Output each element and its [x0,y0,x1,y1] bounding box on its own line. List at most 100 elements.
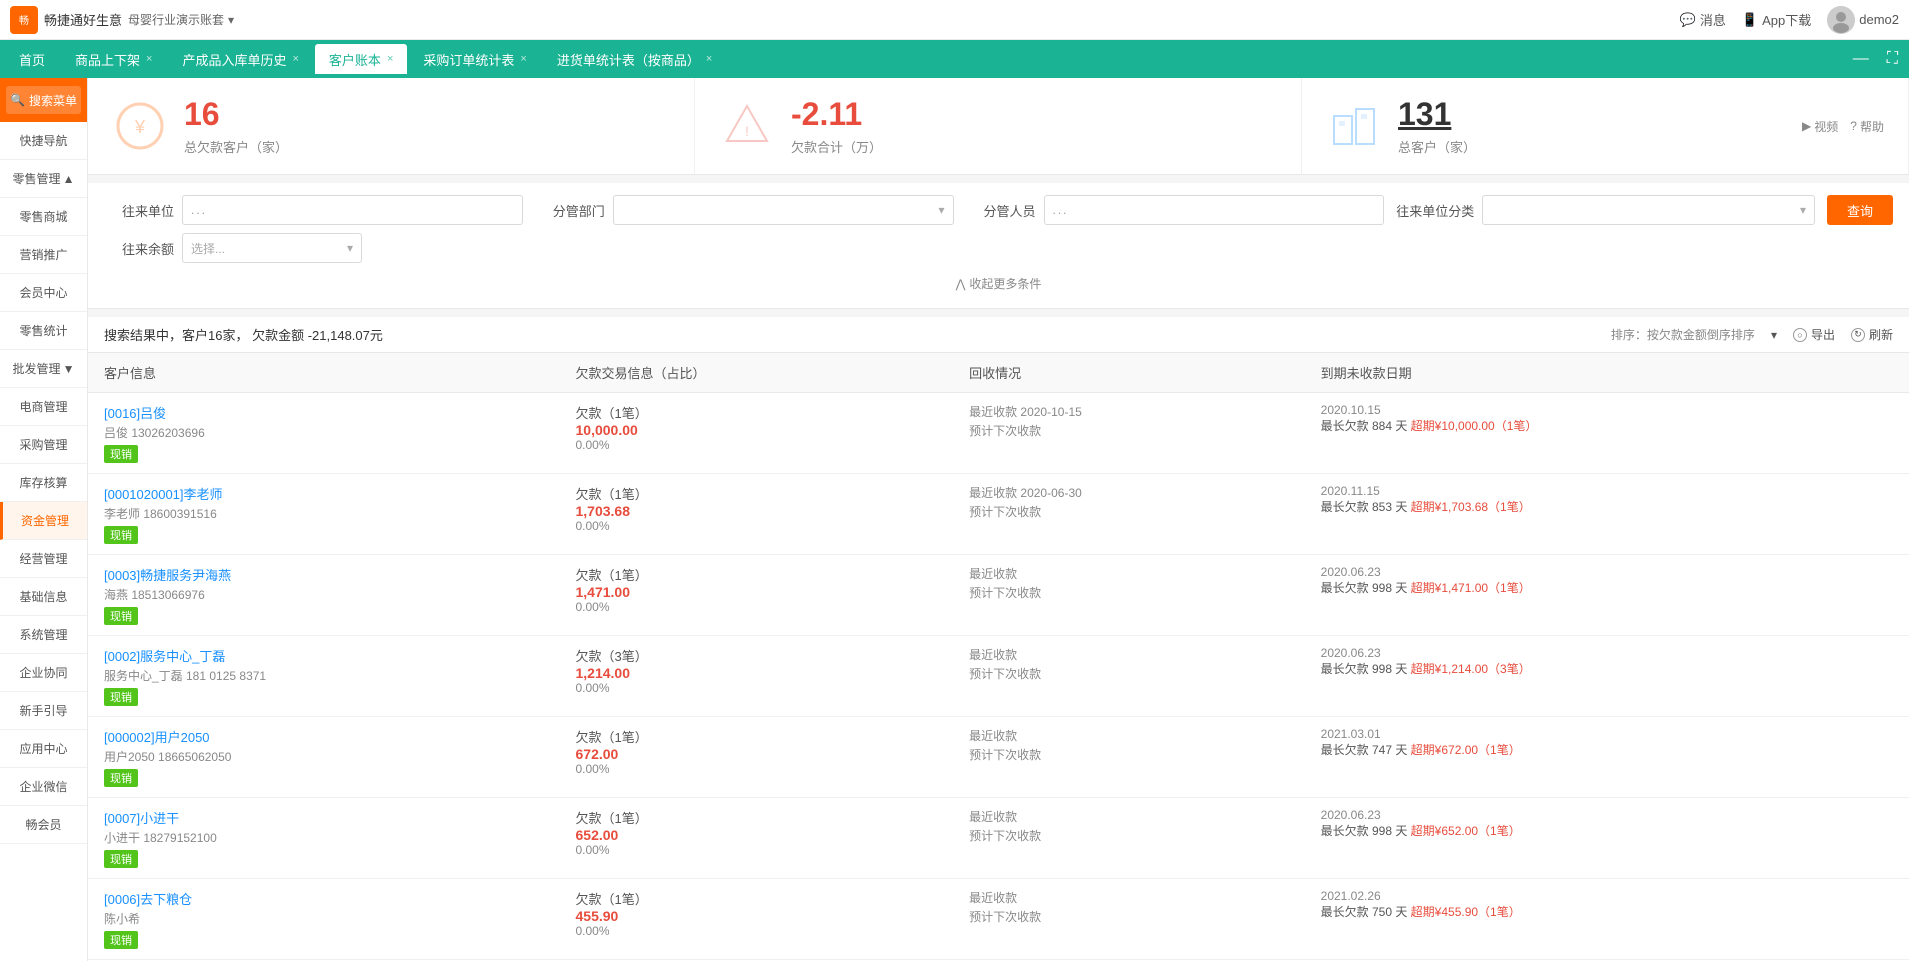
search-icon: 🔍 [10,93,25,107]
sidebar-item-enterprise-collab[interactable]: 企业协同 [0,654,87,692]
cell-customer-2: [0003]畅捷服务尹海燕 海燕 18513066976 现销 [88,555,560,636]
stats-row: ¥ 16 总欠款客户（家） ! -2.11 欠款合计（万） [88,78,1909,175]
nav-tabs: 首页 商品上下架 × 产成品入库单历史 × 客户账本 × 采购订单统计表 × 进… [0,40,1909,78]
export-btn[interactable]: ○ 导出 [1793,326,1835,343]
due-date-2: 2020.06.23 [1321,565,1893,579]
sidebar-item-quick-nav[interactable]: 快捷导航 [0,122,87,160]
cell-recovery-4: 最近收款 预计下次收款 [953,717,1305,798]
customer-contact-1: 李老师 18600391516 [104,505,544,522]
customer-name-2[interactable]: [0003]畅捷服务尹海燕 [104,565,544,584]
sidebar-item-retail-mall[interactable]: 零售商城 [0,198,87,236]
debt-amount-6[interactable]: 455.90 [576,908,938,924]
filter-item-dept: 分管部门 ▾ [535,195,954,225]
debt-amount-3[interactable]: 1,214.00 [576,665,938,681]
help-btn[interactable]: ? 帮助 [1850,118,1884,135]
tab-close-icon[interactable]: × [146,53,152,65]
sidebar-item-operations[interactable]: 经营管理 [0,540,87,578]
overdue-link-0[interactable]: 超期¥10,000.00（1笔） [1411,419,1538,433]
message-btn[interactable]: 💬 消息 [1680,10,1726,29]
sidebar-item-finance-mgmt[interactable]: 资金管理 [0,502,87,540]
chevron-icon: ▼ [63,362,75,376]
sidebar-item-member[interactable]: 会员中心 [0,274,87,312]
debt-amount-5[interactable]: 652.00 [576,827,938,843]
tab-home[interactable]: 首页 [5,44,59,74]
debt-ratio-4: 0.00% [576,762,938,776]
overdue-link-2[interactable]: 超期¥1,471.00（1笔） [1411,581,1531,595]
app-download-btn[interactable]: 📱 App下载 [1742,10,1811,29]
next-collect-0: 预计下次收款 [969,422,1289,439]
stat-label-total-customers: 总客户（家） [1398,137,1476,156]
debt-amount-1[interactable]: 1,703.68 [576,503,938,519]
customer-contact-6: 陈小希 [104,910,544,927]
tab-purchase-stats[interactable]: 采购订单统计表 × [409,44,540,74]
debt-amount-2[interactable]: 1,471.00 [576,584,938,600]
sidebar-item-wholesale-mgmt[interactable]: 批发管理 ▼ [0,350,87,388]
tab-inbound-stats[interactable]: 进货单统计表（按商品） × [543,44,726,74]
sidebar-item-ecommerce[interactable]: 电商管理 [0,388,87,426]
debt-count-4: 欠款（1笔） [576,727,938,746]
sidebar-item-base-info[interactable]: 基础信息 [0,578,87,616]
last-collect-2: 最近收款 [969,565,1289,582]
cell-recovery-5: 最近收款 预计下次收款 [953,798,1305,879]
customer-name-4[interactable]: [000002]用户2050 [104,727,544,746]
search-menu-btn[interactable]: 🔍 搜索菜单 [6,86,81,114]
filter-label-category: 往来单位分类 [1396,201,1474,220]
video-help-btn[interactable]: ▶ 视频 [1802,118,1838,135]
tab-products[interactable]: 商品上下架 × [61,44,166,74]
sidebar-item-purchase-mgmt[interactable]: 采购管理 [0,426,87,464]
tab-customer-account[interactable]: 客户账本 × [315,44,407,74]
tab-close-icon[interactable]: × [520,53,526,65]
tab-close-icon[interactable]: × [387,53,393,65]
overdue-link-1[interactable]: 超期¥1,703.68（1笔） [1411,500,1531,514]
sidebar-item-app-center[interactable]: 应用中心 [0,730,87,768]
next-collect-5: 预计下次收款 [969,827,1289,844]
sidebar-item-newbie-guide[interactable]: 新手引导 [0,692,87,730]
cell-recovery-3: 最近收款 预计下次收款 [953,636,1305,717]
cell-due-3: 2020.06.23 最长欠款 998 天 超期¥1,214.00（3笔） [1305,636,1909,717]
sidebar-item-retail-mgmt[interactable]: 零售管理 ▲ [0,160,87,198]
refresh-btn[interactable]: ↻ 刷新 [1851,326,1893,343]
overdue-link-6[interactable]: 超期¥455.90（1笔） [1411,905,1521,919]
nav-maximize-btn[interactable]: ⛶ [1881,50,1904,68]
query-button[interactable]: 查询 [1827,195,1893,225]
customer-name-0[interactable]: [0016]吕俊 [104,403,544,422]
sidebar-item-enterprise-wechat[interactable]: 企业微信 [0,768,87,806]
filter-select-balance[interactable]: 选择... ▾ [182,233,362,263]
collapse-filter-btn[interactable]: ⋀ 收起更多条件 [104,271,1893,296]
logo-area: 畅 畅捷通好生意 母婴行业演示账套 ▾ [10,6,234,34]
due-date-4: 2021.03.01 [1321,727,1893,741]
customer-name-3[interactable]: [0002]服务中心_丁磊 [104,646,544,665]
table-row: [0006]去下粮仓 陈小希 现销 欠款（1笔） 455.90 0.00% 最近… [88,879,1909,960]
sidebar-item-inventory[interactable]: 库存核算 [0,464,87,502]
next-collect-6: 预计下次收款 [969,908,1289,925]
overdue-link-5[interactable]: 超期¥652.00（1笔） [1411,824,1521,838]
overdue-link-4[interactable]: 超期¥672.00（1笔） [1411,743,1521,757]
message-icon: 💬 [1680,12,1696,28]
customer-table: 客户信息 欠款交易信息（占比） 回收情况 到期未收款日期 [0016]吕俊 吕俊… [88,353,1909,961]
debt-amount-4[interactable]: 672.00 [576,746,938,762]
customer-name-1[interactable]: [0001020001]李老师 [104,484,544,503]
filter-select-category[interactable]: ▾ [1482,195,1815,225]
filter-input-person[interactable]: ... [1044,195,1385,225]
tab-close-icon[interactable]: × [706,53,712,65]
filter-input-vendor[interactable]: ... [182,195,523,225]
overdue-days-2: 最长欠款 998 天 超期¥1,471.00（1笔） [1321,579,1893,596]
company-selector[interactable]: 母婴行业演示账套 ▾ [128,11,234,28]
debt-amount-0[interactable]: 10,000.00 [576,422,938,438]
nav-minimize-btn[interactable]: — [1847,50,1875,68]
filter-select-dept[interactable]: ▾ [613,195,954,225]
sidebar-item-system-mgmt[interactable]: 系统管理 [0,616,87,654]
user-avatar-btn[interactable]: demo2 [1827,6,1899,34]
sidebar-item-chang-member[interactable]: 畅会员 [0,806,87,844]
customer-name-6[interactable]: [0006]去下粮仓 [104,889,544,908]
sidebar-item-retail-stats[interactable]: 零售统计 [0,312,87,350]
customer-name-5[interactable]: [0007]小进干 [104,808,544,827]
last-collect-6: 最近收款 [969,889,1289,906]
export-icon: ○ [1793,328,1807,342]
overdue-link-3[interactable]: 超期¥1,214.00（3笔） [1411,662,1531,676]
overdue-days-4: 最长欠款 747 天 超期¥672.00（1笔） [1321,741,1893,758]
sidebar-item-marketing[interactable]: 营销推广 [0,236,87,274]
tab-close-icon[interactable]: × [292,53,298,65]
due-date-6: 2021.02.26 [1321,889,1893,903]
tab-inventory[interactable]: 产成品入库单历史 × [168,44,312,74]
